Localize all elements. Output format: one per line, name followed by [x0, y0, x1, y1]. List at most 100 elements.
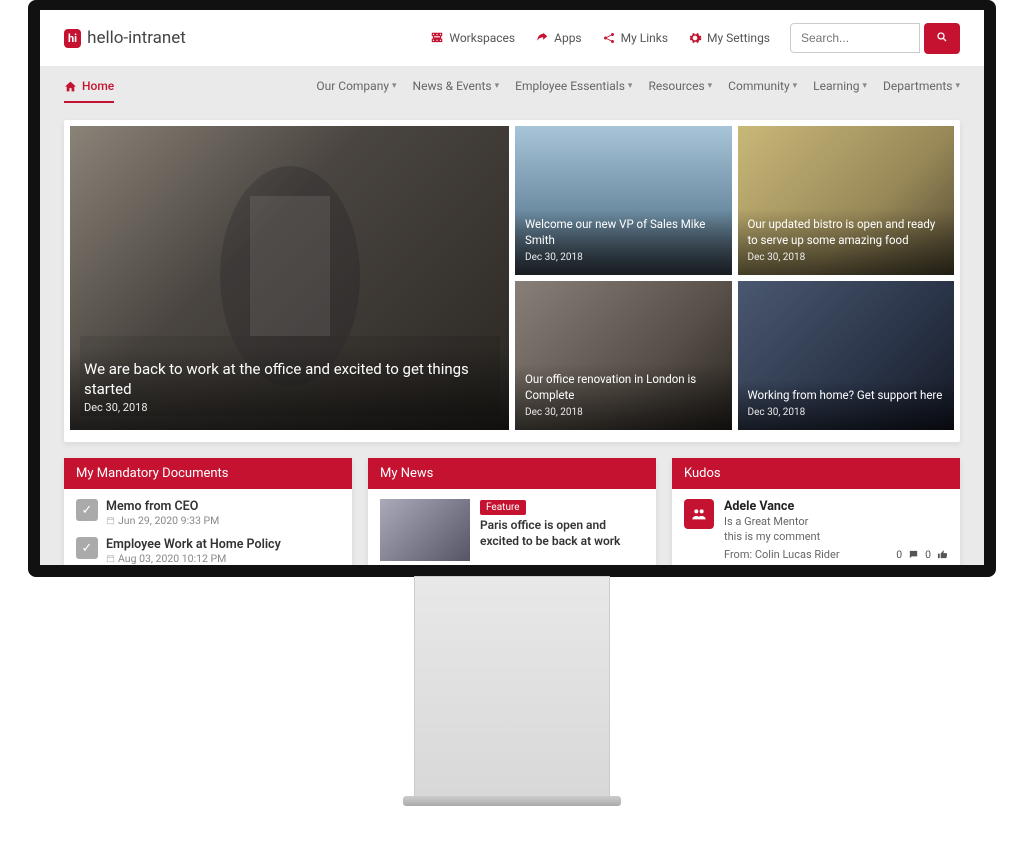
- nav-departments[interactable]: Departments▾: [883, 79, 960, 93]
- nav-item-label: Learning: [813, 79, 859, 93]
- content-area: We are back to work at the office and ex…: [40, 106, 984, 565]
- kudos-from: From: Colin Lucas Rider: [724, 547, 840, 562]
- doc-item[interactable]: ✓ Employee Work at Home Policy Aug 03, 2…: [76, 537, 340, 565]
- panel-kudos-body: Adele Vance Is a Great Mentor this is my…: [672, 489, 960, 565]
- check-icon: ✓: [76, 537, 98, 559]
- chevron-down-icon: ▾: [863, 81, 868, 91]
- topbar: hi hello-intranet Workspaces Apps My Lin…: [40, 10, 984, 66]
- panel-documents-body: ✓ Memo from CEO Jun 29, 2020 9:33 PM ✓: [64, 489, 352, 565]
- nav-items: Our Company▾ News & Events▾ Employee Ess…: [316, 79, 960, 93]
- kudos-item[interactable]: Adele Vance Is a Great Mentor this is my…: [684, 499, 948, 562]
- calendar-icon: [106, 516, 115, 525]
- search-icon: [936, 31, 948, 43]
- tile-date: Dec 30, 2018: [525, 252, 583, 263]
- workspaces-label: Workspaces: [449, 31, 515, 45]
- doc-meta: Jun 29, 2020 9:33 PM: [106, 514, 219, 527]
- chevron-down-icon: ▾: [708, 81, 713, 91]
- tile-title: Working from home? Get support here: [748, 388, 945, 404]
- hero-main-date: Dec 30, 2018: [84, 401, 148, 414]
- panel-news-head: My News: [368, 458, 656, 489]
- nav-our-company[interactable]: Our Company▾: [316, 79, 396, 93]
- doc-meta: Aug 03, 2020 10:12 PM: [106, 552, 281, 565]
- panels-row: My Mandatory Documents ✓ Memo from CEO J…: [64, 458, 960, 565]
- doc-title: Employee Work at Home Policy: [106, 537, 281, 552]
- nav-learning[interactable]: Learning ▾: [813, 79, 867, 93]
- doc-title: Memo from CEO: [106, 499, 219, 514]
- logo-badge: hi: [64, 29, 81, 48]
- kudos-line1: Is a Great Mentor: [724, 514, 948, 529]
- panel-documents-head: My Mandatory Documents: [64, 458, 352, 489]
- nav-employee-essentials[interactable]: Employee Essentials▾: [515, 79, 632, 93]
- panel-documents: My Mandatory Documents ✓ Memo from CEO J…: [64, 458, 352, 565]
- monitor-stand: [414, 576, 610, 798]
- panel-news-body: Feature Paris office is open and excited…: [368, 489, 656, 565]
- thumbs-up-icon: [937, 549, 948, 560]
- chevron-down-icon: ▾: [793, 81, 798, 91]
- tile-title: Our office renovation in London is Compl…: [525, 372, 722, 403]
- news-headline: Paris office is open and excited to be b…: [480, 518, 644, 549]
- chevron-down-icon: ▾: [392, 81, 397, 91]
- news-thumbnail: [380, 499, 470, 561]
- kudos-footer: From: Colin Lucas Rider 0 0: [724, 547, 948, 562]
- mylinks-link[interactable]: My Links: [602, 31, 668, 45]
- tile-date: Dec 30, 2018: [748, 407, 806, 418]
- nav-item-label: Our Company: [316, 79, 389, 93]
- share-nodes-icon: [602, 31, 616, 45]
- kudos-likes-count: 0: [925, 548, 931, 561]
- people-icon: [684, 499, 714, 529]
- tile-overlay: Our updated bistro is open and ready to …: [738, 209, 955, 275]
- hero-main-title: We are back to work at the office and ex…: [84, 359, 495, 400]
- apps-label: Apps: [554, 31, 582, 45]
- tile-date: Dec 30, 2018: [525, 407, 583, 418]
- doc-date: Jun 29, 2020 9:33 PM: [118, 514, 219, 527]
- kudos-line2: this is my comment: [724, 529, 948, 544]
- settings-label: My Settings: [707, 31, 770, 45]
- kudos-stats: 0 0: [896, 548, 948, 561]
- doc-item[interactable]: ✓ Memo from CEO Jun 29, 2020 9:33 PM: [76, 499, 340, 527]
- news-tag: Feature: [480, 500, 526, 515]
- chevron-down-icon: ▾: [495, 81, 500, 91]
- nav-item-label: Departments: [883, 79, 952, 93]
- tile-title: Our updated bistro is open and ready to …: [748, 217, 945, 248]
- hero-section: We are back to work at the office and ex…: [64, 120, 960, 442]
- nav-news-events[interactable]: News & Events▾: [413, 79, 500, 93]
- nav-item-label: Employee Essentials: [515, 79, 625, 93]
- nav-item-label: Resources: [648, 79, 704, 93]
- nav-home-label: Home: [82, 79, 114, 93]
- hero-right-grid: Welcome our new VP of Sales Mike Smith D…: [515, 126, 954, 430]
- comment-icon: [908, 549, 919, 560]
- brand-name: hello-intranet: [87, 28, 186, 48]
- top-links: Workspaces Apps My Links My Settings: [430, 23, 960, 54]
- hero-tile-1[interactable]: Welcome our new VP of Sales Mike Smith D…: [515, 126, 732, 275]
- panel-kudos: Kudos Adele Vance Is a Great Mentor this…: [672, 458, 960, 565]
- doc-date: Aug 03, 2020 10:12 PM: [118, 552, 226, 565]
- hero-main-tile[interactable]: We are back to work at the office and ex…: [70, 126, 509, 430]
- nav-resources[interactable]: Resources ▾: [648, 79, 712, 93]
- settings-link[interactable]: My Settings: [688, 31, 770, 45]
- search-button[interactable]: [924, 23, 960, 54]
- hero-tile-3[interactable]: Our office renovation in London is Compl…: [515, 281, 732, 430]
- news-item[interactable]: Feature Paris office is open and excited…: [380, 499, 644, 561]
- search-input[interactable]: [790, 23, 920, 53]
- home-icon: [64, 80, 77, 93]
- nav-item-label: News & Events: [413, 79, 492, 93]
- tile-overlay: Welcome our new VP of Sales Mike Smith D…: [515, 209, 732, 275]
- sitemap-icon: [430, 31, 444, 45]
- chevron-down-icon: ▾: [955, 81, 960, 91]
- share-arrow-icon: [535, 31, 549, 45]
- nav-item-label: Community: [728, 79, 789, 93]
- tile-title: Welcome our new VP of Sales Mike Smith: [525, 217, 722, 248]
- nav-community[interactable]: Community ▾: [728, 79, 797, 93]
- search-wrap: [790, 23, 960, 54]
- hero-main-overlay: We are back to work at the office and ex…: [70, 347, 509, 430]
- workspaces-link[interactable]: Workspaces: [430, 31, 515, 45]
- calendar-icon: [106, 554, 115, 563]
- brand-logo[interactable]: hi hello-intranet: [64, 28, 186, 48]
- check-icon: ✓: [76, 499, 98, 521]
- apps-link[interactable]: Apps: [535, 31, 582, 45]
- tile-overlay: Our office renovation in London is Compl…: [515, 364, 732, 430]
- monitor-frame: hi hello-intranet Workspaces Apps My Lin…: [28, 0, 996, 577]
- nav-home[interactable]: Home: [64, 69, 114, 103]
- hero-tile-4[interactable]: Working from home? Get support here Dec …: [738, 281, 955, 430]
- hero-tile-2[interactable]: Our updated bistro is open and ready to …: [738, 126, 955, 275]
